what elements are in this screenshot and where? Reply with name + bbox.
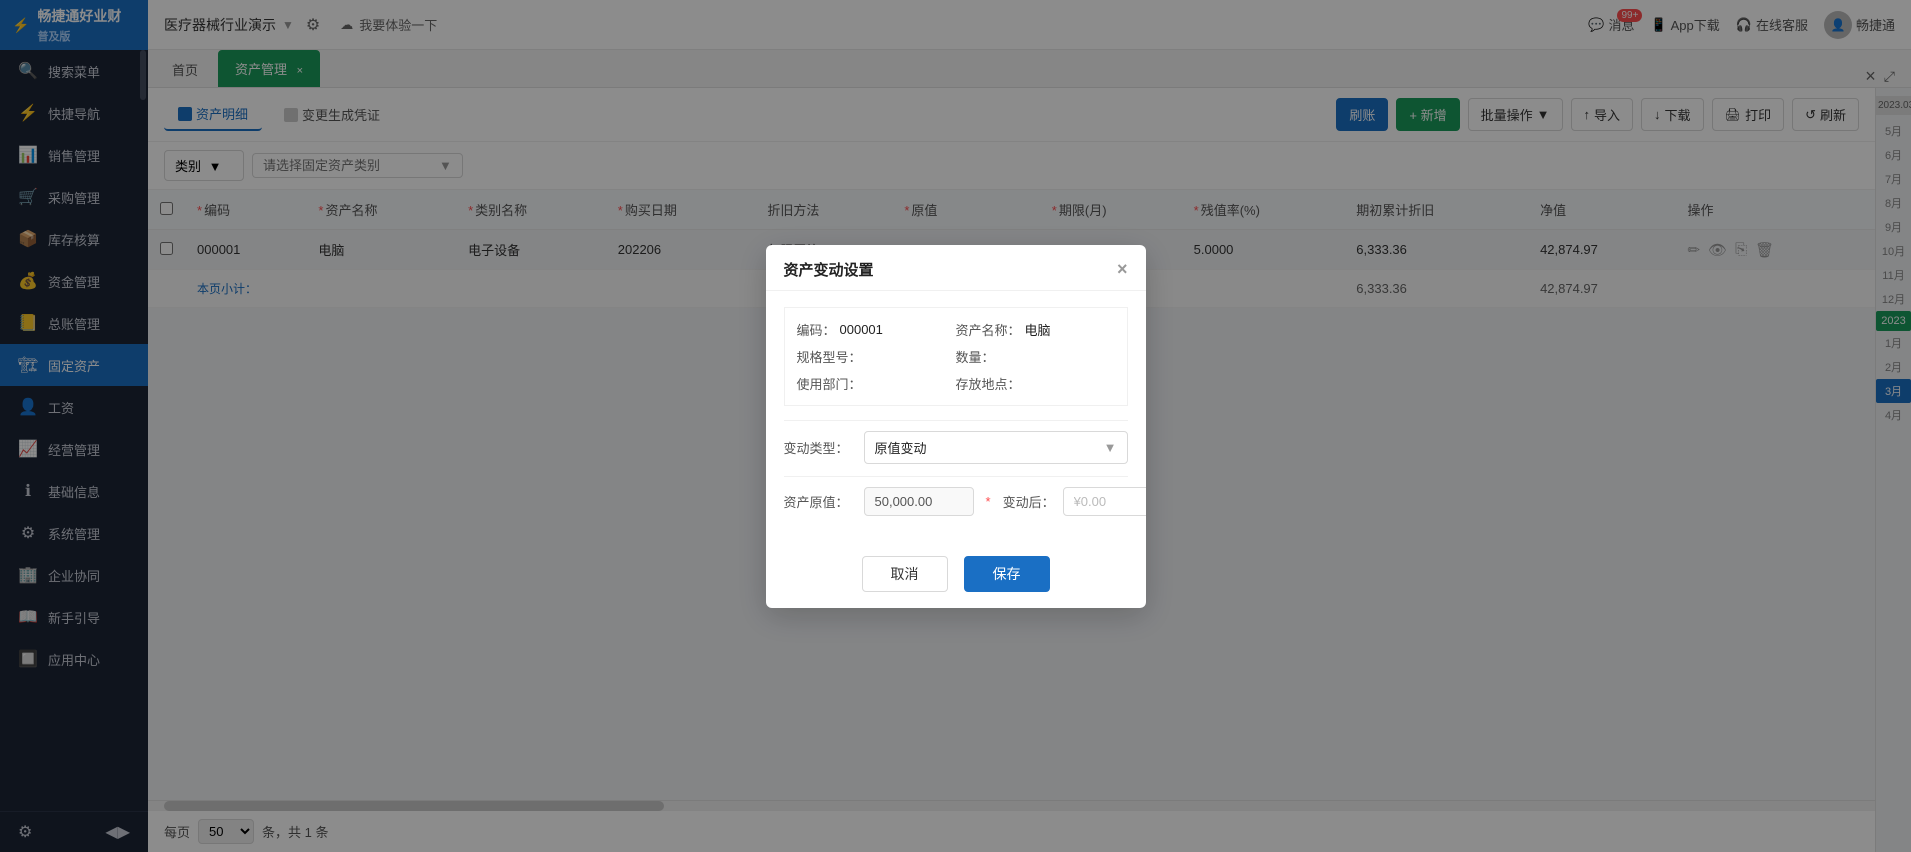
modal-asset-name-field: 资产名称： 电脑 [956, 320, 1115, 339]
modal-info-grid: 编码： 000001 资产名称： 电脑 规格型号： 数量： 使用部门： [784, 307, 1128, 406]
change-type-select[interactable]: 原值变动 ▼ [864, 431, 1128, 464]
modal-asset-name-value: 电脑 [1025, 320, 1051, 339]
value-change-row: 资产原值： * 变动后： [784, 487, 1128, 516]
modal-code-field: 编码： 000001 [797, 320, 956, 339]
modal-header: 资产变动设置 × [766, 245, 1146, 291]
modal-location-label: 存放地点： [956, 374, 1021, 393]
modal-footer: 取消 保存 [766, 544, 1146, 608]
change-type-arrow-icon: ▼ [1104, 440, 1117, 455]
modal-location-field: 存放地点： [956, 374, 1115, 393]
original-value-label: 资产原值： [784, 492, 856, 511]
cancel-button[interactable]: 取消 [862, 556, 948, 592]
modal-dept-label: 使用部门： [797, 374, 862, 393]
modal-quantity-field: 数量： [956, 347, 1115, 366]
modal-divider-2 [784, 476, 1128, 477]
modal-code-value: 000001 [840, 322, 883, 337]
modal-spec-label: 规格型号： [797, 347, 862, 366]
modal-overlay: 资产变动设置 × 编码： 000001 资产名称： 电脑 规格型号： 数 [0, 0, 1911, 852]
original-value-input [864, 487, 974, 516]
modal-divider-1 [784, 420, 1128, 421]
after-value-input[interactable] [1063, 487, 1146, 516]
modal-code-label: 编码： [797, 320, 836, 339]
modal-asset-name-label: 资产名称： [956, 320, 1021, 339]
after-label: 变动后： [1003, 492, 1055, 511]
modal-body: 编码： 000001 资产名称： 电脑 规格型号： 数量： 使用部门： [766, 291, 1146, 544]
asset-change-modal: 资产变动设置 × 编码： 000001 资产名称： 电脑 规格型号： 数 [766, 245, 1146, 608]
required-star: * [986, 494, 991, 509]
modal-spec-field: 规格型号： [797, 347, 956, 366]
modal-close-button[interactable]: × [1117, 260, 1128, 278]
change-type-label: 变动类型： [784, 438, 856, 457]
save-button[interactable]: 保存 [964, 556, 1050, 592]
change-type-value: 原值变动 [875, 438, 927, 457]
modal-dept-field: 使用部门： [797, 374, 956, 393]
modal-quantity-label: 数量： [956, 347, 995, 366]
modal-title: 资产变动设置 [784, 259, 874, 280]
change-type-row: 变动类型： 原值变动 ▼ [784, 431, 1128, 464]
